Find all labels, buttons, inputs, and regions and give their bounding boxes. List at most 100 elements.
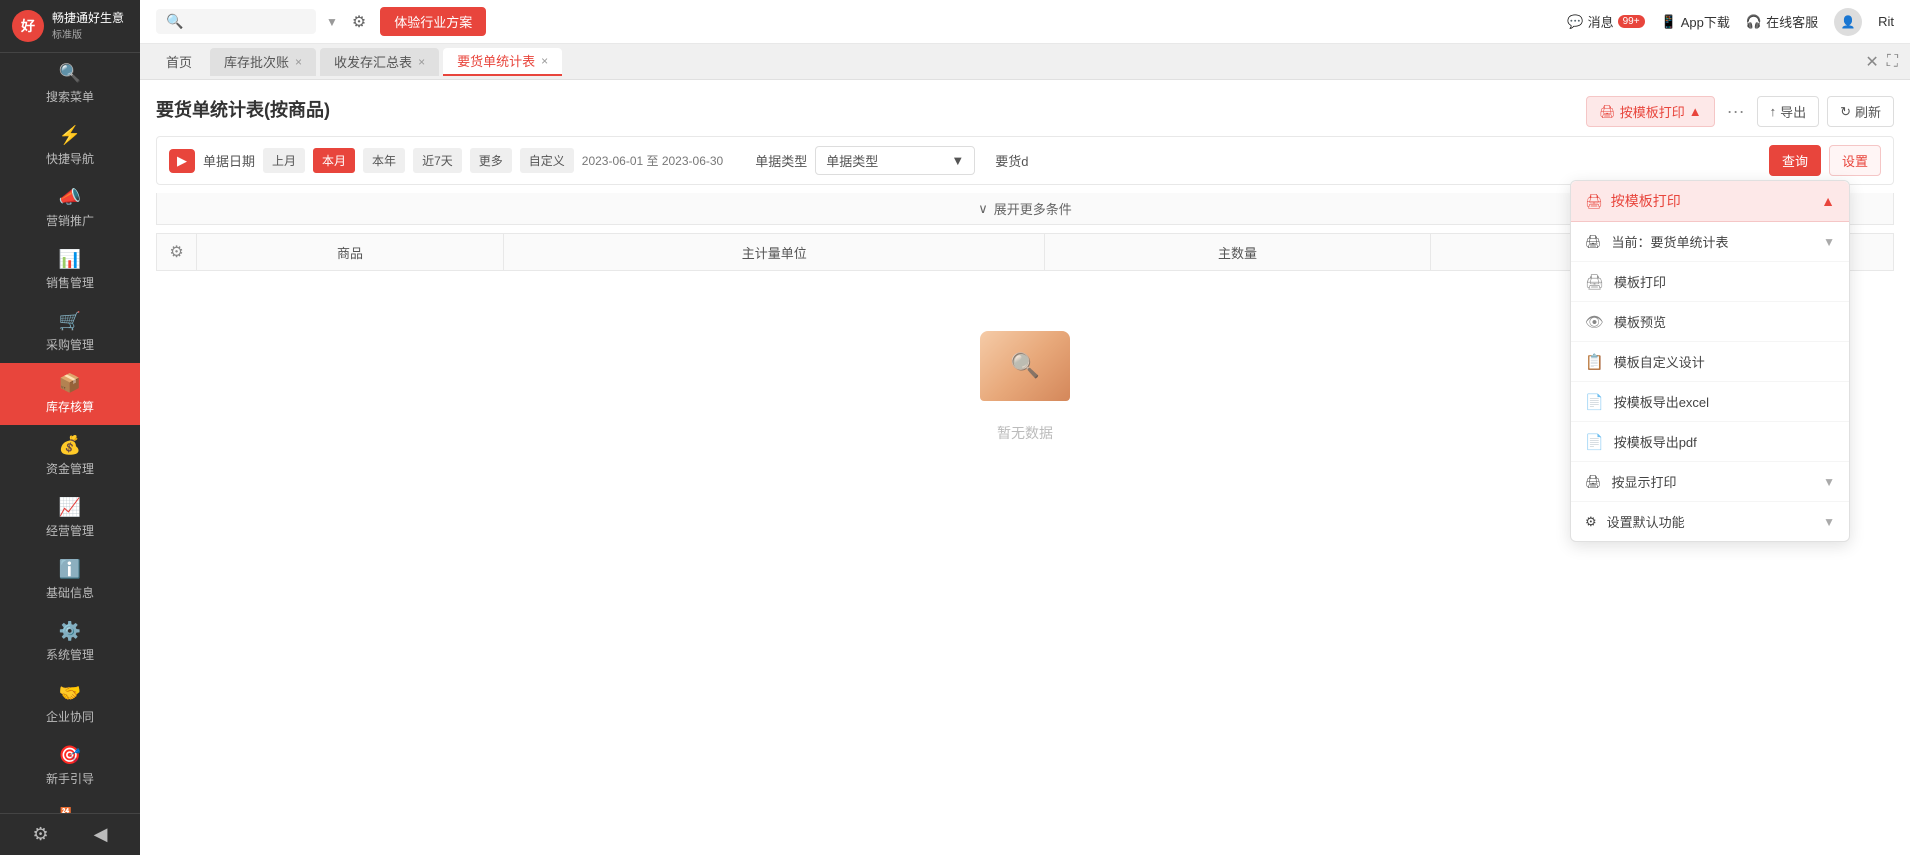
- col-quantity: 主数量: [1045, 234, 1430, 271]
- date-this-year-btn[interactable]: 本年: [363, 148, 405, 173]
- dropdown-template-preview[interactable]: 👁 模板预览: [1571, 302, 1849, 342]
- online-service-item[interactable]: 🎧 在线客服: [1746, 12, 1818, 31]
- search-chevron-icon[interactable]: ▼: [326, 15, 338, 29]
- empty-state-text: 暂无数据: [997, 423, 1053, 443]
- sidebar-item-inventory[interactable]: 📦 库存核算: [0, 363, 140, 425]
- sidebar-item-search[interactable]: 🔍 搜索菜单: [0, 53, 140, 115]
- export-pdf-icon: 📄: [1585, 433, 1604, 451]
- sidebar-item-basic[interactable]: ℹ️ 基础信息: [0, 549, 140, 611]
- tab-batch[interactable]: 库存批次账 ×: [210, 48, 316, 76]
- sidebar-label-operations: 经营管理: [46, 522, 94, 539]
- table-gear-icon[interactable]: ⚙: [169, 244, 183, 261]
- finance-icon: 💰: [59, 435, 81, 456]
- tab-summary-label: 收发存汇总表: [334, 52, 412, 71]
- sidebar-item-beginner[interactable]: 🎯 新手引导: [0, 735, 140, 797]
- search-input[interactable]: [189, 14, 289, 29]
- refresh-icon: ↻: [1840, 104, 1851, 120]
- page-actions: 🖨 按模板打印 ▲ ··· ↑ 导出 ↻ 刷新: [1586, 96, 1894, 127]
- date-7days-btn[interactable]: 近7天: [413, 148, 462, 173]
- sidebar-item-appstore[interactable]: 🏪 应用中心: [0, 797, 140, 813]
- dropdown-current-template[interactable]: 🖨 当前：要货单统计表 ▼: [1571, 222, 1849, 262]
- date-custom-btn[interactable]: 自定义: [520, 148, 574, 173]
- message-label: 消息: [1588, 12, 1614, 31]
- tab-summary-close[interactable]: ×: [418, 55, 425, 69]
- settings-btn[interactable]: 设置: [1829, 145, 1881, 176]
- print-dropdown-close[interactable]: ▲: [1821, 193, 1835, 209]
- service-icon: 🎧: [1746, 14, 1762, 30]
- tab-maximize-icon[interactable]: ⛶: [1887, 53, 1898, 71]
- default-func-label: 设置默认功能: [1607, 512, 1685, 531]
- template-custom-label: 模板自定义设计: [1614, 352, 1705, 371]
- expand-more-chevron-icon: ∨: [978, 201, 988, 217]
- sidebar-item-operations[interactable]: 📈 经营管理: [0, 487, 140, 549]
- collapse-sidebar-icon[interactable]: ◀: [94, 824, 108, 845]
- more-actions-icon[interactable]: ···: [1723, 101, 1749, 122]
- sidebar-label-sales: 销售管理: [46, 274, 94, 291]
- print-template-btn[interactable]: 🖨 按模板打印 ▲: [1586, 96, 1714, 127]
- avatar-icon: 👤: [1841, 15, 1856, 29]
- display-print-left: 🖨 按显示打印: [1585, 472, 1677, 491]
- dropdown-template-print[interactable]: 🖨 模板打印: [1571, 262, 1849, 302]
- sidebar-item-finance[interactable]: 💰 资金管理: [0, 425, 140, 487]
- tab-order-stat-label: 要货单统计表: [457, 51, 535, 70]
- topbar-gear-icon[interactable]: ⚙: [352, 12, 366, 32]
- current-template-arrow: ▼: [1823, 235, 1835, 249]
- sidebar-footer: ⚙ ◀: [0, 813, 140, 855]
- app-download-item[interactable]: 📱 App下载: [1661, 12, 1730, 31]
- dropdown-template-custom[interactable]: 📋 模板自定义设计: [1571, 342, 1849, 382]
- system-icon: ⚙️: [59, 621, 81, 642]
- tab-order-stat-close[interactable]: ×: [541, 54, 548, 68]
- sidebar-item-marketing[interactable]: 📣 营销推广: [0, 177, 140, 239]
- sidebar-item-system[interactable]: ⚙️ 系统管理: [0, 611, 140, 673]
- query-btn[interactable]: 查询: [1769, 145, 1821, 176]
- marketing-icon: 📣: [59, 187, 81, 208]
- tab-batch-label: 库存批次账: [224, 52, 289, 71]
- sidebar-label-enterprise: 企业协同: [46, 708, 94, 725]
- date-more-btn[interactable]: 更多: [470, 148, 512, 173]
- sidebar-item-sales[interactable]: 📊 销售管理: [0, 239, 140, 301]
- sidebar-label-marketing: 营销推广: [46, 212, 94, 229]
- print-header-icon: 🖨: [1585, 193, 1603, 210]
- dropdown-default-func[interactable]: ⚙ 设置默认功能 ▼: [1571, 502, 1849, 541]
- refresh-btn[interactable]: ↻ 刷新: [1827, 96, 1894, 127]
- export-btn[interactable]: ↑ 导出: [1757, 96, 1820, 127]
- page-content: 要货单统计表(按商品) 🖨 按模板打印 ▲ ··· ↑ 导出 ↻ 刷新 ▶ 单据: [140, 80, 1910, 855]
- sidebar-menu: 🔍 搜索菜单 ⚡ 快捷导航 📣 营销推广 📊 销售管理 🛒 采购管理 📦 库存核…: [0, 53, 140, 813]
- dropdown-display-print[interactable]: 🖨 按显示打印 ▼: [1571, 462, 1849, 502]
- dropdown-export-excel[interactable]: 📄 按模板导出excel: [1571, 382, 1849, 422]
- tab-home-label: 首页: [166, 52, 192, 71]
- tab-home[interactable]: 首页: [152, 48, 206, 76]
- tabs-bar: 首页 库存批次账 × 收发存汇总表 × 要货单统计表 × ✕ ⛶: [140, 44, 1910, 80]
- tab-summary[interactable]: 收发存汇总表 ×: [320, 48, 439, 76]
- topbar-search-box[interactable]: 🔍: [156, 9, 316, 34]
- sidebar-item-quick-nav[interactable]: ⚡ 快捷导航: [0, 115, 140, 177]
- tab-batch-close[interactable]: ×: [295, 55, 302, 69]
- dropdown-export-pdf[interactable]: 📄 按模板导出pdf: [1571, 422, 1849, 462]
- beginner-icon: 🎯: [59, 745, 81, 766]
- filter-expand-icon-btn[interactable]: ▶: [169, 149, 195, 173]
- sidebar-label-finance: 资金管理: [46, 460, 94, 477]
- default-func-icon: ⚙: [1585, 514, 1597, 530]
- quick-nav-icon: ⚡: [59, 125, 81, 146]
- basic-icon: ℹ️: [59, 559, 81, 580]
- sidebar-item-enterprise[interactable]: 🤝 企业协同: [0, 673, 140, 735]
- display-print-arrow: ▼: [1823, 475, 1835, 489]
- message-icon: 💬: [1567, 14, 1583, 30]
- date-last-month-btn[interactable]: 上月: [263, 148, 305, 173]
- sidebar: 好 畅捷通好生意 标准版 🔍 搜索菜单 ⚡ 快捷导航 📣 营销推广 📊 销售管理…: [0, 0, 140, 855]
- avatar[interactable]: 👤: [1834, 8, 1862, 36]
- expand-arrow-icon: ▶: [177, 153, 187, 169]
- sidebar-item-purchase[interactable]: 🛒 采购管理: [0, 301, 140, 363]
- tab-order-stat[interactable]: 要货单统计表 ×: [443, 48, 562, 76]
- trial-btn[interactable]: 体验行业方案: [380, 7, 486, 36]
- purchase-icon: 🛒: [59, 311, 81, 332]
- settings-footer-icon[interactable]: ⚙: [33, 824, 49, 845]
- type-filter-group: 单据类型: [755, 151, 807, 171]
- date-this-month-btn[interactable]: 本月: [313, 148, 355, 173]
- display-print-label: 按显示打印: [1612, 472, 1677, 491]
- print-arrow-up-icon: ▲: [1689, 104, 1702, 119]
- message-item[interactable]: 💬 消息 99+: [1567, 12, 1644, 31]
- tab-close-all-icon[interactable]: ✕: [1865, 52, 1878, 72]
- query-actions: 查询 设置: [1769, 145, 1881, 176]
- type-select[interactable]: 单据类型 ▼: [815, 146, 975, 175]
